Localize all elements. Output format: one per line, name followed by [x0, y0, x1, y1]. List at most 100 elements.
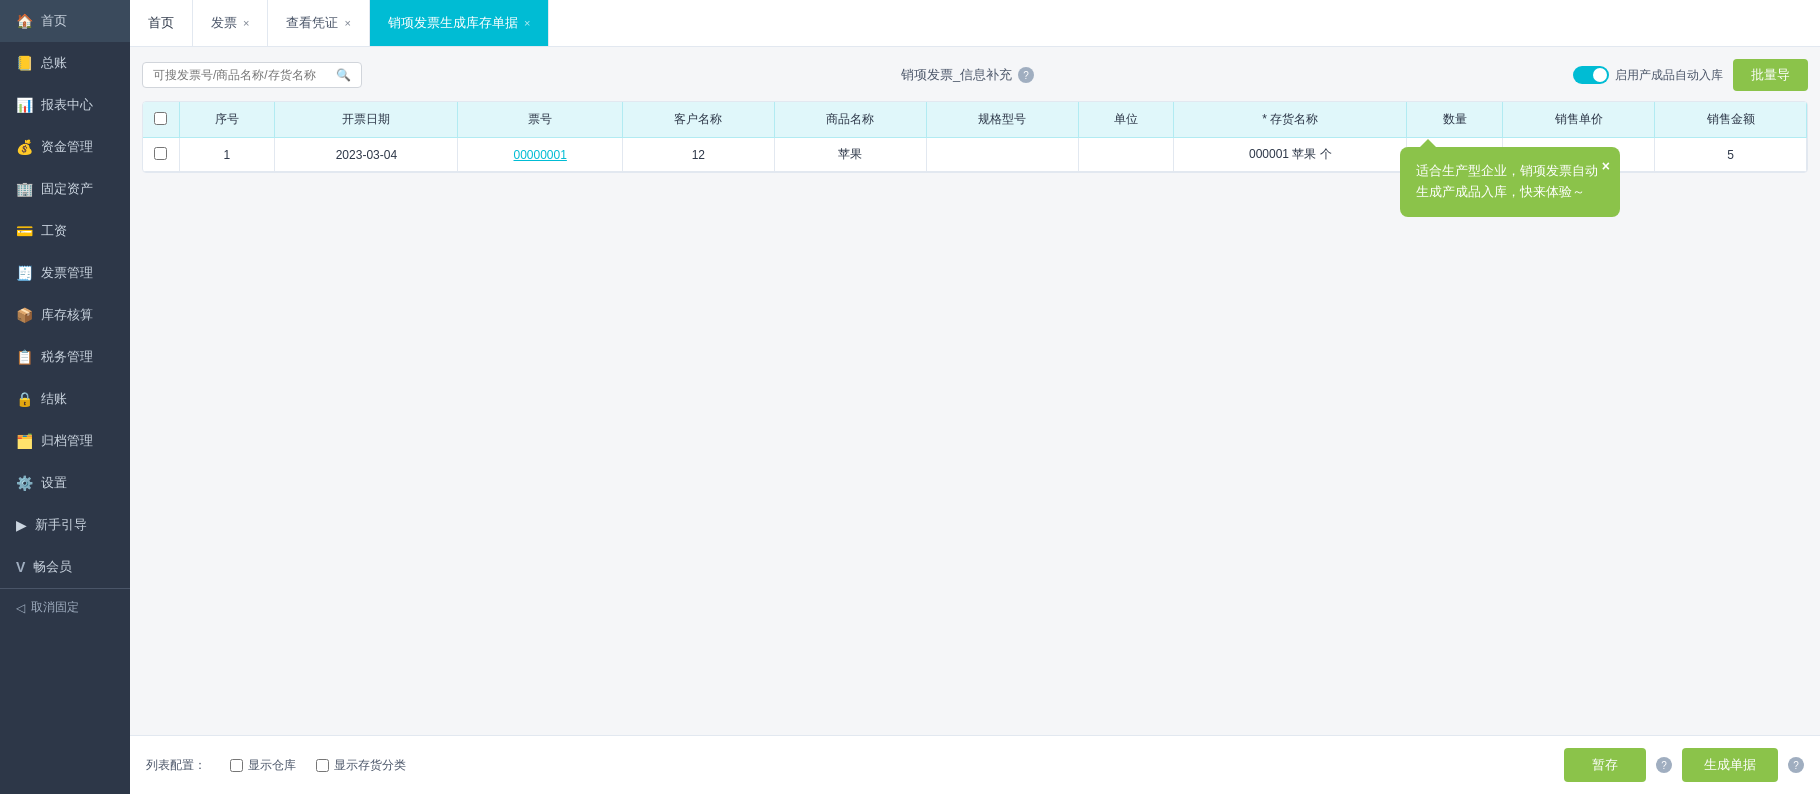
header-number: 票号	[458, 102, 622, 138]
row-date: 2023-03-04	[275, 138, 458, 172]
sidebar-label-ledger: 总账	[41, 54, 67, 72]
sidebar-item-tax[interactable]: 📋 税务管理	[0, 336, 130, 378]
sidebar-label-reports: 报表中心	[41, 96, 93, 114]
save-info-icon[interactable]: ?	[1656, 757, 1672, 773]
sidebar-item-closing[interactable]: 🔒 结账	[0, 378, 130, 420]
table-header-row: 序号 开票日期 票号 客户名称 商品名称 规格型号 单位 * 存货名称 数量 销…	[143, 102, 1807, 138]
select-all-checkbox[interactable]	[154, 112, 167, 125]
auto-stock-toggle[interactable]	[1573, 66, 1609, 84]
invoices-icon: 🧾	[16, 265, 33, 281]
sidebar-label-home: 首页	[41, 12, 67, 30]
main-area: 首页 发票 × 查看凭证 × 销项发票生成库存单据 × 🔍 销项发票_信息补充	[130, 0, 1820, 794]
generate-info-icon[interactable]: ?	[1788, 757, 1804, 773]
tooltip-bubble: × 适合生产型企业，销项发票自动生成产成品入库，快来体验～	[1400, 147, 1620, 217]
toggle-label: 启用产成品自动入库	[1615, 67, 1723, 84]
sidebar-label-tax: 税务管理	[41, 348, 93, 366]
center-label: 销项发票_信息补充	[901, 66, 1012, 84]
tab-home[interactable]: 首页	[130, 0, 193, 46]
sidebar-label-closing: 结账	[41, 390, 67, 408]
config-label: 列表配置：	[146, 757, 206, 774]
tab-invoice-close[interactable]: ×	[243, 17, 249, 29]
sidebar-item-member[interactable]: V 畅会员	[0, 546, 130, 588]
tab-sales-return-close[interactable]: ×	[524, 17, 530, 29]
tab-bar: 首页 发票 × 查看凭证 × 销项发票生成库存单据 ×	[130, 0, 1820, 47]
sidebar-label-funds: 资金管理	[41, 138, 93, 156]
batch-import-button[interactable]: 批量导	[1733, 59, 1808, 91]
show-category-text: 显示存货分类	[334, 757, 406, 774]
cancel-fixed-icon: ◁	[16, 601, 25, 615]
save-button[interactable]: 暂存	[1564, 748, 1646, 782]
row-checkbox-cell	[143, 138, 179, 172]
home-icon: 🏠	[16, 13, 33, 29]
sidebar-item-home[interactable]: 🏠 首页	[0, 0, 130, 42]
header-seq: 序号	[179, 102, 275, 138]
header-inventory: * 存货名称	[1174, 102, 1407, 138]
header-unit: 单位	[1078, 102, 1174, 138]
sidebar-item-reports[interactable]: 📊 报表中心	[0, 84, 130, 126]
row-checkbox[interactable]	[154, 147, 167, 160]
guide-icon: ▶	[16, 517, 27, 533]
tax-icon: 📋	[16, 349, 33, 365]
sidebar-item-wages[interactable]: 💳 工资	[0, 210, 130, 252]
info-icon[interactable]: ?	[1018, 67, 1034, 83]
header-product: 商品名称	[774, 102, 926, 138]
tab-voucher[interactable]: 查看凭证 ×	[268, 0, 369, 46]
show-warehouse-checkbox[interactable]	[230, 759, 243, 772]
funds-icon: 💰	[16, 139, 33, 155]
show-category-label[interactable]: 显示存货分类	[316, 757, 406, 774]
search-icon: 🔍	[336, 68, 351, 82]
sidebar-item-settings[interactable]: ⚙️ 设置	[0, 462, 130, 504]
tooltip-close-button[interactable]: ×	[1602, 155, 1610, 177]
bottom-bar: 列表配置： 显示仓库 显示存货分类 暂存 ? 生成单据 ?	[130, 735, 1820, 794]
sidebar-item-invoices[interactable]: 🧾 发票管理	[0, 252, 130, 294]
cancel-fixed-button[interactable]: ◁ 取消固定	[0, 588, 130, 626]
tab-voucher-close[interactable]: ×	[344, 17, 350, 29]
row-seq: 1	[179, 138, 275, 172]
row-spec	[926, 138, 1078, 172]
reports-icon: 📊	[16, 97, 33, 113]
toolbar: 🔍 销项发票_信息补充 ? 启用产成品自动入库 批量导	[142, 59, 1808, 91]
header-spec: 规格型号	[926, 102, 1078, 138]
search-input[interactable]	[153, 68, 330, 82]
row-amount: 5	[1655, 138, 1807, 172]
sidebar-item-inventory[interactable]: 📦 库存核算	[0, 294, 130, 336]
sidebar-item-archive[interactable]: 🗂️ 归档管理	[0, 420, 130, 462]
sidebar-label-settings: 设置	[41, 474, 67, 492]
toggle-wrap: 启用产成品自动入库	[1573, 66, 1723, 84]
sidebar-item-funds[interactable]: 💰 资金管理	[0, 126, 130, 168]
sidebar-item-guide[interactable]: ▶ 新手引导	[0, 504, 130, 546]
sidebar-label-member: 畅会员	[33, 558, 72, 576]
show-warehouse-label[interactable]: 显示仓库	[230, 757, 296, 774]
tooltip-text: 适合生产型企业，销项发票自动生成产成品入库，快来体验～	[1416, 163, 1598, 199]
row-product: 苹果	[774, 138, 926, 172]
tab-sales-return-label: 销项发票生成库存单据	[388, 14, 518, 32]
row-inventory: 000001 苹果 个	[1174, 138, 1407, 172]
cancel-fixed-label: 取消固定	[31, 599, 79, 616]
tab-sales-return[interactable]: 销项发票生成库存单据 ×	[370, 0, 549, 46]
ledger-icon: 📒	[16, 55, 33, 71]
toolbar-left: 🔍	[142, 62, 362, 88]
settings-icon: ⚙️	[16, 475, 33, 491]
search-box[interactable]: 🔍	[142, 62, 362, 88]
bottom-actions: 暂存 ? 生成单据 ?	[1564, 748, 1804, 782]
sidebar-item-ledger[interactable]: 📒 总账	[0, 42, 130, 84]
inventory-icon: 📦	[16, 307, 33, 323]
tab-invoice-label: 发票	[211, 14, 237, 32]
tab-home-label: 首页	[148, 14, 174, 32]
member-icon: V	[16, 559, 25, 575]
generate-button[interactable]: 生成单据	[1682, 748, 1778, 782]
tab-invoice[interactable]: 发票 ×	[193, 0, 268, 46]
header-price: 销售单价	[1503, 102, 1655, 138]
header-customer: 客户名称	[622, 102, 774, 138]
closing-icon: 🔒	[16, 391, 33, 407]
sidebar-label-inventory: 库存核算	[41, 306, 93, 324]
show-category-checkbox[interactable]	[316, 759, 329, 772]
header-amount: 销售金额	[1655, 102, 1807, 138]
sidebar-label-invoices: 发票管理	[41, 264, 93, 282]
header-qty: 数量	[1407, 102, 1503, 138]
sidebar-item-assets[interactable]: 🏢 固定资产	[0, 168, 130, 210]
show-warehouse-text: 显示仓库	[248, 757, 296, 774]
row-number[interactable]: 00000001	[458, 138, 622, 172]
row-customer: 12	[622, 138, 774, 172]
wages-icon: 💳	[16, 223, 33, 239]
